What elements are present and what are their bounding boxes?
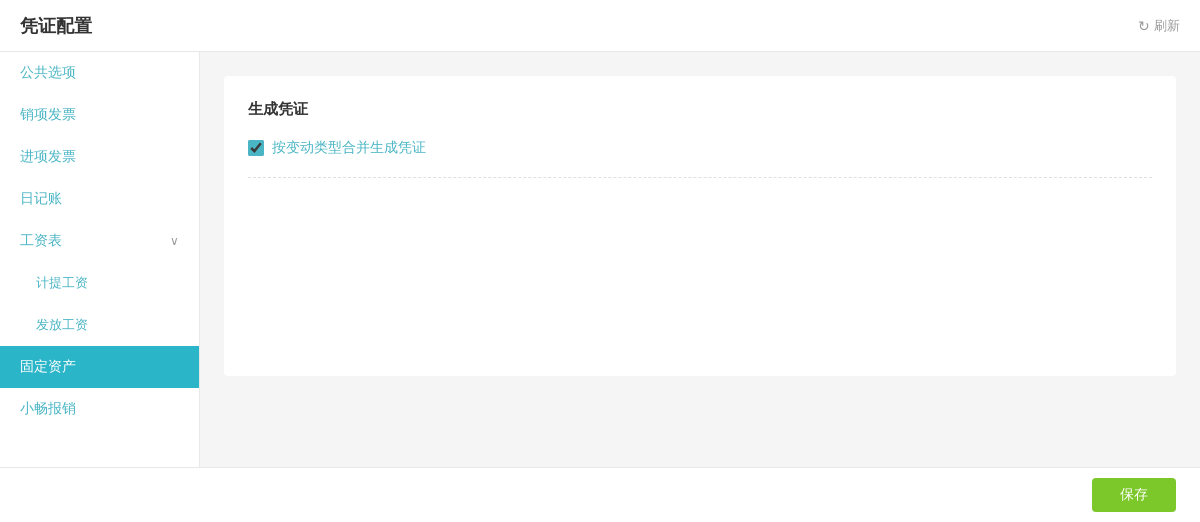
page-header: 凭证配置 ↻ 刷新 [0, 0, 1200, 52]
section-title: 生成凭证 [248, 100, 1152, 119]
sidebar-item-label: 日记账 [20, 190, 62, 208]
page-footer: 保存 [0, 467, 1200, 522]
sidebar-item-payroll-table[interactable]: 工资表 ∨ [0, 220, 199, 262]
sidebar-item-label: 发放工资 [36, 316, 88, 334]
chevron-down-icon: ∨ [170, 234, 179, 248]
merge-voucher-checkbox[interactable] [248, 140, 264, 156]
save-button[interactable]: 保存 [1092, 478, 1176, 512]
refresh-button[interactable]: ↻ 刷新 [1138, 17, 1180, 35]
sidebar-item-label: 销项发票 [20, 106, 76, 124]
main-layout: 公共选项销项发票进项发票日记账工资表 ∨ 计提工资发放工资固定资产小畅报销 生成凭证… [0, 52, 1200, 467]
sidebar-item-label: 计提工资 [36, 274, 88, 292]
sidebar-item-label: 小畅报销 [20, 400, 76, 418]
merge-voucher-label[interactable]: 按变动类型合并生成凭证 [272, 139, 426, 157]
sidebar-item-sales-invoice[interactable]: 销项发票 [0, 94, 199, 136]
main-content-area: 生成凭证 按变动类型合并生成凭证 [200, 52, 1200, 467]
sidebar-item-label: 固定资产 [20, 358, 76, 376]
sidebar: 公共选项销项发票进项发票日记账工资表 ∨ 计提工资发放工资固定资产小畅报销 [0, 52, 200, 467]
sidebar-item-expense-report[interactable]: 小畅报销 [0, 388, 199, 430]
checkbox-row: 按变动类型合并生成凭证 [248, 139, 1152, 157]
sidebar-item-label: 公共选项 [20, 64, 76, 82]
sidebar-item-label: 进项发票 [20, 148, 76, 166]
sidebar-item-distribute-salary[interactable]: 发放工资 [0, 304, 199, 346]
sidebar-item-journal[interactable]: 日记账 [0, 178, 199, 220]
sidebar-item-purchase-invoice[interactable]: 进项发票 [0, 136, 199, 178]
page-title: 凭证配置 [20, 14, 92, 38]
sidebar-item-fixed-assets[interactable]: 固定资产 [0, 346, 199, 388]
refresh-label: 刷新 [1154, 17, 1180, 35]
sidebar-item-calculate-salary[interactable]: 计提工资 [0, 262, 199, 304]
sidebar-item-public-options[interactable]: 公共选项 [0, 52, 199, 94]
content-card: 生成凭证 按变动类型合并生成凭证 [224, 76, 1176, 376]
sidebar-item-label: 工资表 [20, 232, 62, 250]
section-divider [248, 177, 1152, 178]
refresh-icon: ↻ [1138, 18, 1150, 34]
